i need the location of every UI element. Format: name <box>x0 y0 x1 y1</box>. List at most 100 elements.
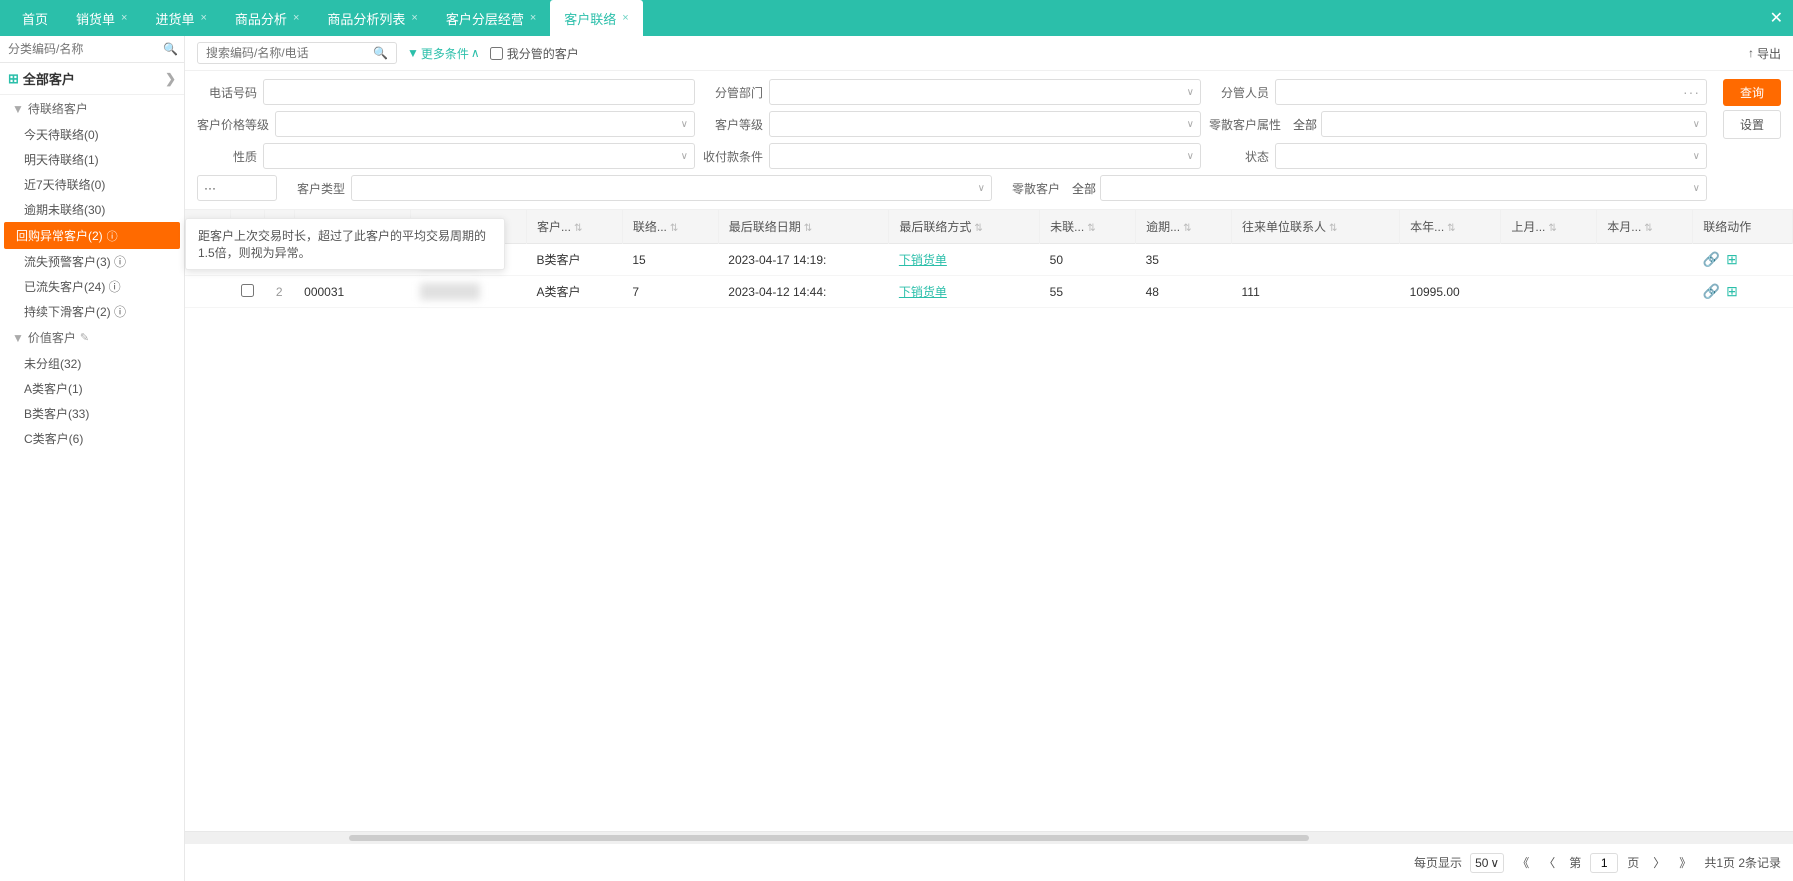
gear-cell <box>185 276 230 308</box>
retail-attr-select[interactable]: ∨ <box>1321 111 1707 137</box>
settings-button[interactable]: 设置 <box>1723 110 1781 139</box>
sidebar-group-abnormal[interactable]: 回购异常客户(2) ⓘ <box>4 222 180 249</box>
more-conditions-btn[interactable]: ▼ 更多条件 ∧ <box>407 45 480 62</box>
main-layout: 🔍 ⊞ 全部客户 ❯ ▼ 待联络客户 今天待联络(0) 明天待联络(1) 近7天… <box>0 36 1793 881</box>
extra-dots[interactable]: ··· <box>197 175 277 201</box>
nav-customer-segments[interactable]: 客户分层经营 × <box>432 0 550 36</box>
row-this-year <box>1400 244 1501 276</box>
overdue-column-header[interactable]: 逾期...⇅ <box>1136 210 1232 244</box>
status-select[interactable]: ∨ <box>1275 143 1707 169</box>
retail-customer-select[interactable]: ∨ <box>1100 175 1707 201</box>
scroll-thumb[interactable] <box>349 835 1309 841</box>
sort-icon: ⇅ <box>670 223 678 234</box>
tooltip-box: 距客户上次交易时长，超过了此客户的平均交易周期的1.5倍，则视为异常。 <box>185 218 505 270</box>
sidebar-item-ungrouped[interactable]: 未分组(32) <box>0 351 184 376</box>
more-action-icon[interactable]: ⊞ <box>1726 251 1738 268</box>
sidebar-group-value[interactable]: ▼ 价值客户 ✎ <box>0 324 184 351</box>
this-year-column-header[interactable]: 本年...⇅ <box>1400 210 1501 244</box>
nav-product-list[interactable]: 商品分析列表 × <box>313 0 431 36</box>
customer-level-select[interactable]: ∨ <box>769 111 1201 137</box>
contact-icon[interactable]: 🔗 <box>1703 251 1720 268</box>
nav-sales[interactable]: 销货单 × <box>62 0 141 36</box>
search-icon[interactable]: 🔍 <box>373 46 388 60</box>
sidebar-item-overdue-contact[interactable]: 逾期未联络(30) <box>0 197 184 222</box>
first-page-btn[interactable]: 《 <box>1512 852 1534 873</box>
close-icon[interactable]: × <box>293 12 299 24</box>
edit-icon[interactable]: ✎ <box>80 331 89 344</box>
last-contact-method-column-header[interactable]: 最后联络方式⇅ <box>889 210 1040 244</box>
filter-row-4: ··· 客户类型 ∨ 零散客户 全部 <box>197 175 1707 201</box>
row-actions: 🔗 ⊞ <box>1693 276 1793 308</box>
close-icon[interactable]: × <box>200 12 206 24</box>
sidebar-item-class-c[interactable]: C类客户(6) <box>0 426 184 451</box>
collapse-icon[interactable]: ❯ <box>165 71 176 87</box>
horizontal-scrollbar[interactable] <box>185 831 1793 843</box>
row-last-contact-method[interactable]: 下销货单 <box>889 276 1040 308</box>
more-action-icon[interactable]: ⊞ <box>1726 283 1738 300</box>
chevron-down-icon: ∨ <box>1490 856 1499 870</box>
unread-column-header[interactable]: 未联...⇅ <box>1040 210 1136 244</box>
row-unread: 55 <box>1040 276 1136 308</box>
page-size-select[interactable]: 50 ∨ <box>1470 853 1504 873</box>
close-icon[interactable]: × <box>530 12 536 24</box>
query-button[interactable]: 查询 <box>1723 79 1781 106</box>
last-page-btn[interactable]: 》 <box>1674 852 1696 873</box>
sidebar-item-declining[interactable]: 持续下滑客户(2) ⓘ <box>0 299 184 324</box>
my-customers-check[interactable] <box>490 47 503 60</box>
sidebar-item-7days[interactable]: 近7天待联络(0) <box>0 172 184 197</box>
customer-type-select[interactable]: ∨ <box>351 175 992 201</box>
row-last-month <box>1501 276 1597 308</box>
close-icon[interactable]: × <box>622 12 628 24</box>
unit-contact-column-header[interactable]: 往来单位联系人⇅ <box>1232 210 1400 244</box>
nav-product-analysis[interactable]: 商品分析 × <box>221 0 313 36</box>
search-box: 🔍 <box>197 42 397 64</box>
type-column-header[interactable]: 客户...⇅ <box>526 210 622 244</box>
nature-select[interactable]: ∨ <box>263 143 695 169</box>
sidebar-item-today[interactable]: 今天待联络(0) <box>0 122 184 147</box>
next-page-btn[interactable]: 〉 <box>1648 852 1670 873</box>
sidebar-group-pending[interactable]: ▼ 待联络客户 <box>0 95 184 122</box>
grid-icon: ⊞ <box>8 71 19 87</box>
row-contact: 7 <box>622 276 718 308</box>
row-checkbox[interactable] <box>241 284 254 297</box>
info-icon: ⓘ <box>107 228 118 244</box>
sidebar-search-icon[interactable]: 🔍 <box>163 42 178 56</box>
search-input[interactable] <box>206 46 373 60</box>
row-checkbox-cell[interactable] <box>230 276 264 308</box>
filter-icon: ▼ <box>407 46 419 60</box>
action-buttons: 查询 设置 <box>1723 79 1781 139</box>
sidebar-item-class-a[interactable]: A类客户(1) <box>0 376 184 401</box>
page-word: 第 <box>1564 852 1586 873</box>
last-month-column-header[interactable]: 上月...⇅ <box>1501 210 1597 244</box>
nav-purchase[interactable]: 进货单 × <box>141 0 220 36</box>
payment-select[interactable]: ∨ <box>769 143 1201 169</box>
my-customers-checkbox[interactable]: 我分管的客户 <box>490 45 579 62</box>
row-index: 2 <box>264 276 294 308</box>
row-last-contact-method[interactable]: 下销货单 <box>889 244 1040 276</box>
nav-customer-contact[interactable]: 客户联络 × <box>550 0 642 36</box>
filter-cell-status: 状态 ∨ <box>1209 143 1707 169</box>
filter-cell-customer-type: 客户类型 ∨ <box>285 175 992 201</box>
sidebar-item-class-b[interactable]: B类客户(33) <box>0 401 184 426</box>
close-icon[interactable]: × <box>121 12 127 24</box>
sidebar-search-input[interactable] <box>8 42 163 56</box>
export-button[interactable]: ↑ 导出 <box>1748 45 1781 62</box>
sidebar-item-tomorrow[interactable]: 明天待联络(1) <box>0 147 184 172</box>
manager-select[interactable]: ··· <box>1275 79 1707 105</box>
nav-home[interactable]: 首页 <box>8 0 62 36</box>
contact-column-header[interactable]: 联络...⇅ <box>622 210 718 244</box>
this-month-column-header[interactable]: 本月...⇅ <box>1597 210 1693 244</box>
chevron-down-icon: ∨ <box>1187 87 1194 98</box>
last-contact-date-column-header[interactable]: 最后联络日期⇅ <box>718 210 889 244</box>
filter-cell-payment: 收付款条件 ∨ <box>703 143 1201 169</box>
prev-page-btn[interactable]: 〈 <box>1538 852 1560 873</box>
price-level-select[interactable]: ∨ <box>275 111 695 137</box>
dept-select[interactable]: ∨ <box>769 79 1201 105</box>
contact-icon[interactable]: 🔗 <box>1703 283 1720 300</box>
phone-input[interactable] <box>263 79 695 105</box>
sidebar-item-lost-warning[interactable]: 流失预警客户(3) ⓘ <box>0 249 184 274</box>
page-input[interactable] <box>1590 853 1618 873</box>
window-close-icon[interactable]: ✕ <box>1770 8 1783 28</box>
close-icon[interactable]: × <box>411 12 417 24</box>
sidebar-item-lost[interactable]: 已流失客户(24) ⓘ <box>0 274 184 299</box>
